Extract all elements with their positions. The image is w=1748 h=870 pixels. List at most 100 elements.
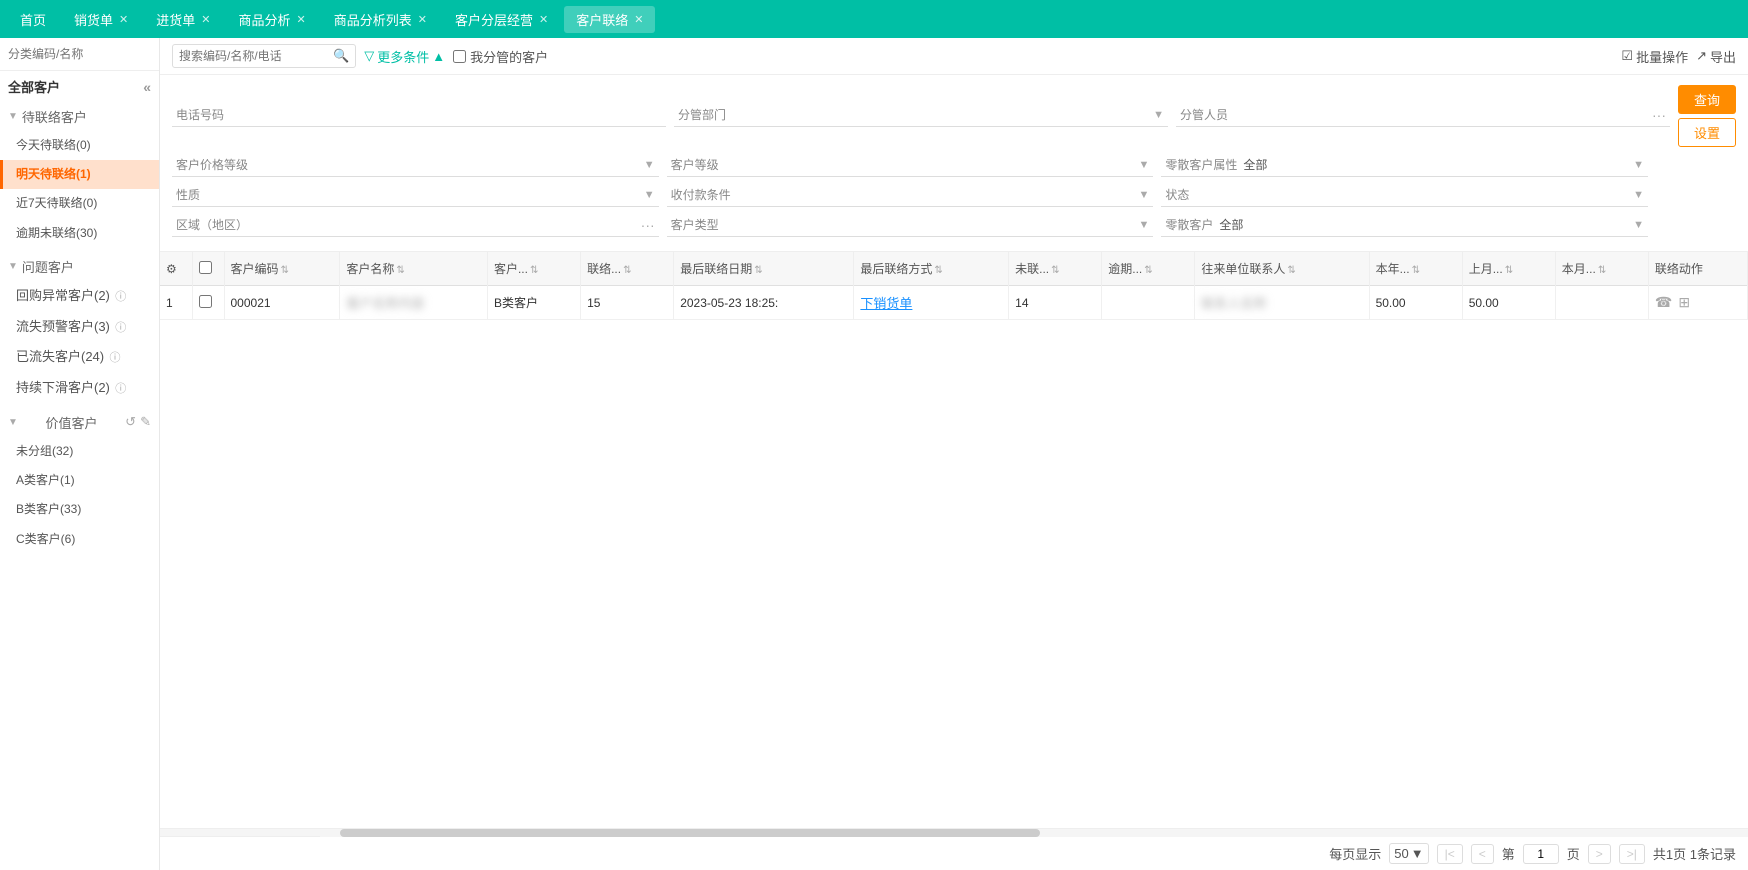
sidebar-item-abnormal[interactable]: 回购异常客户(2) ⓘ bbox=[0, 281, 159, 312]
sidebar-item-overdue[interactable]: 逾期未联络(30) bbox=[0, 219, 159, 248]
sort-icon-contact-person[interactable]: ⇅ bbox=[1287, 265, 1295, 276]
sort-icon-contact-count[interactable]: ⇅ bbox=[623, 265, 631, 276]
nav-product-analysis-list[interactable]: 商品分析列表 ✕ bbox=[322, 6, 439, 33]
filter-payment[interactable]: 收付款条件 ▼ bbox=[667, 183, 1154, 207]
sort-icon-overdue[interactable]: ⇅ bbox=[1144, 265, 1152, 276]
nav-close-product-analysis-list[interactable]: ✕ bbox=[418, 13, 427, 26]
select-all-checkbox[interactable] bbox=[199, 261, 212, 274]
filter-group-3a: 性质 ▼ bbox=[172, 183, 659, 207]
sidebar-item-tomorrow[interactable]: 明天待联络(1) bbox=[0, 160, 159, 189]
sidebar-item-lost-warning[interactable]: 流失预警客户(3) ⓘ bbox=[0, 312, 159, 343]
nav-close-sales[interactable]: ✕ bbox=[119, 13, 128, 26]
sidebar-item-ungrouped[interactable]: 未分组(32) bbox=[0, 437, 159, 466]
sidebar-item-c-class[interactable]: C类客户(6) bbox=[0, 525, 159, 554]
row-select-checkbox[interactable] bbox=[199, 295, 212, 308]
query-button[interactable]: 查询 bbox=[1678, 85, 1736, 114]
chevron-down-icon-retail: ▼ bbox=[1633, 219, 1644, 231]
sort-icon-code[interactable]: ⇅ bbox=[281, 265, 289, 276]
sort-icon-type[interactable]: ⇅ bbox=[530, 265, 538, 276]
filter-retail[interactable]: 零散客户 全部 ▼ bbox=[1161, 213, 1648, 237]
grid-action-icon[interactable]: ⊞ bbox=[1678, 294, 1690, 311]
sidebar-search-input[interactable] bbox=[8, 47, 160, 61]
my-customers-check[interactable] bbox=[453, 50, 466, 63]
row-last-method: 下销货单 bbox=[854, 286, 1009, 320]
first-page-btn[interactable]: |< bbox=[1437, 844, 1463, 864]
settings-button[interactable]: 设置 bbox=[1678, 118, 1736, 147]
pending-group-label: 待联络客户 bbox=[0, 102, 159, 131]
batch-op-btn[interactable]: ☑ 批量操作 bbox=[1621, 47, 1688, 66]
col-name: 客户名称⇅ bbox=[340, 252, 488, 286]
sort-icon-last-date[interactable]: ⇅ bbox=[754, 265, 762, 276]
export-btn[interactable]: ↗ 导出 bbox=[1696, 47, 1736, 66]
chevron-down-icon-type: ▼ bbox=[1138, 219, 1149, 231]
customer-table: ⚙ 客户编码⇅ 客户名称⇅ 客户...⇅ 联络...⇅ 最后联络日期⇅ 最后联络… bbox=[160, 252, 1748, 320]
nav-close-product-analysis[interactable]: ✕ bbox=[297, 13, 306, 26]
scrollbar-wrap bbox=[160, 828, 1748, 836]
chevron-down-icon-level: ▼ bbox=[1138, 159, 1149, 171]
sort-icon-this-month[interactable]: ⇅ bbox=[1598, 265, 1606, 276]
sidebar-item-lost[interactable]: 已流失客户(24) ⓘ bbox=[0, 342, 159, 373]
filter-price-level[interactable]: 客户价格等级 ▼ bbox=[172, 153, 659, 177]
filter-dept[interactable]: 分管部门 ▼ bbox=[674, 103, 1168, 127]
nav-home[interactable]: 首页 bbox=[8, 6, 58, 33]
sort-icon-last-method[interactable]: ⇅ bbox=[934, 265, 942, 276]
page-input[interactable] bbox=[1523, 844, 1559, 864]
filter-region[interactable]: 区域（地区） ··· bbox=[172, 213, 659, 237]
sidebar-item-7days[interactable]: 近7天待联络(0) bbox=[0, 189, 159, 218]
dots-icon-region[interactable]: ··· bbox=[641, 217, 655, 233]
filter-row-2: 客户价格等级 ▼ 客户等级 ▼ 零散客户属性 全部 bbox=[172, 153, 1736, 177]
nav-sales[interactable]: 销货单 ✕ bbox=[62, 6, 140, 33]
dots-icon-manager[interactable]: ··· bbox=[1652, 107, 1666, 123]
nav-close-customer-tier[interactable]: ✕ bbox=[539, 13, 548, 26]
action-icons-wrap: ☎ ⊞ bbox=[1655, 294, 1741, 311]
filter-status[interactable]: 状态 ▼ bbox=[1161, 183, 1648, 207]
more-conditions-btn[interactable]: ▽ 更多条件 ▲ bbox=[364, 47, 445, 66]
row-this-year: 50.00 bbox=[1369, 286, 1462, 320]
prev-page-btn[interactable]: < bbox=[1471, 844, 1494, 864]
top-navigation: 首页 销货单 ✕ 进货单 ✕ 商品分析 ✕ 商品分析列表 ✕ 客户分层经营 ✕ … bbox=[0, 0, 1748, 38]
sidebar-item-b-class[interactable]: B类客户(33) bbox=[0, 495, 159, 524]
chevron-down-icon-nature: ▼ bbox=[644, 189, 655, 201]
col-gear[interactable]: ⚙ bbox=[160, 252, 192, 286]
per-page-select[interactable]: 50 ▼ bbox=[1389, 843, 1428, 864]
last-method-link[interactable]: 下销货单 bbox=[860, 296, 912, 311]
search-icon[interactable]: 🔍 bbox=[333, 48, 349, 64]
col-contact-count: 联络...⇅ bbox=[581, 252, 674, 286]
last-page-btn[interactable]: >| bbox=[1619, 844, 1645, 864]
scrollbar-thumb[interactable] bbox=[340, 829, 1040, 837]
nav-customer-tier[interactable]: 客户分层经营 ✕ bbox=[443, 6, 560, 33]
total-label: 共1页 1条记录 bbox=[1653, 844, 1736, 863]
next-page-btn[interactable]: > bbox=[1588, 844, 1611, 864]
refresh-icon[interactable]: ↺ bbox=[125, 414, 136, 430]
edit-icon[interactable]: ✎ bbox=[140, 414, 151, 430]
nav-close-purchase[interactable]: ✕ bbox=[201, 13, 210, 26]
sort-icon-not-contacted[interactable]: ⇅ bbox=[1051, 265, 1059, 276]
phone-action-icon[interactable]: ☎ bbox=[1655, 294, 1672, 311]
my-customers-checkbox[interactable]: 我分管的客户 bbox=[453, 47, 548, 66]
sidebar-item-declining[interactable]: 持续下滑客户(2) ⓘ bbox=[0, 373, 159, 404]
filter-phone[interactable]: 电话号码 bbox=[172, 103, 666, 127]
sidebar-item-today[interactable]: 今天待联络(0) bbox=[0, 131, 159, 160]
filter-manager[interactable]: 分管人员 ··· bbox=[1176, 103, 1670, 127]
filter-nature[interactable]: 性质 ▼ bbox=[172, 183, 659, 207]
per-page-label: 每页显示 bbox=[1329, 844, 1381, 863]
nav-purchase[interactable]: 进货单 ✕ bbox=[144, 6, 222, 33]
sidebar-search-wrap: 🔍 bbox=[0, 38, 159, 71]
filter-row-3: 性质 ▼ 收付款条件 ▼ 状态 ▼ bbox=[172, 183, 1736, 207]
nav-customer-contact[interactable]: 客户联络 ✕ bbox=[564, 6, 655, 33]
row-not-contacted: 14 bbox=[1009, 286, 1102, 320]
sort-icon-this-year[interactable]: ⇅ bbox=[1412, 265, 1420, 276]
filter-retail-attr[interactable]: 零散客户属性 全部 ▼ bbox=[1161, 153, 1648, 177]
sidebar-collapse-icon[interactable]: « bbox=[143, 79, 151, 95]
filter-customer-level[interactable]: 客户等级 ▼ bbox=[667, 153, 1154, 177]
sort-icon-name[interactable]: ⇅ bbox=[396, 265, 404, 276]
filter-customer-type[interactable]: 客户类型 ▼ bbox=[667, 213, 1154, 237]
row-overdue bbox=[1102, 286, 1195, 320]
nav-product-analysis[interactable]: 商品分析 ✕ bbox=[226, 6, 317, 33]
sidebar-item-a-class[interactable]: A类客户(1) bbox=[0, 466, 159, 495]
sort-icon-last-month[interactable]: ⇅ bbox=[1505, 265, 1513, 276]
search-input[interactable] bbox=[179, 49, 329, 63]
chevron-down-icon-price: ▼ bbox=[644, 159, 655, 171]
nav-close-customer-contact[interactable]: ✕ bbox=[634, 13, 643, 26]
col-this-month: 本月...⇅ bbox=[1555, 252, 1648, 286]
